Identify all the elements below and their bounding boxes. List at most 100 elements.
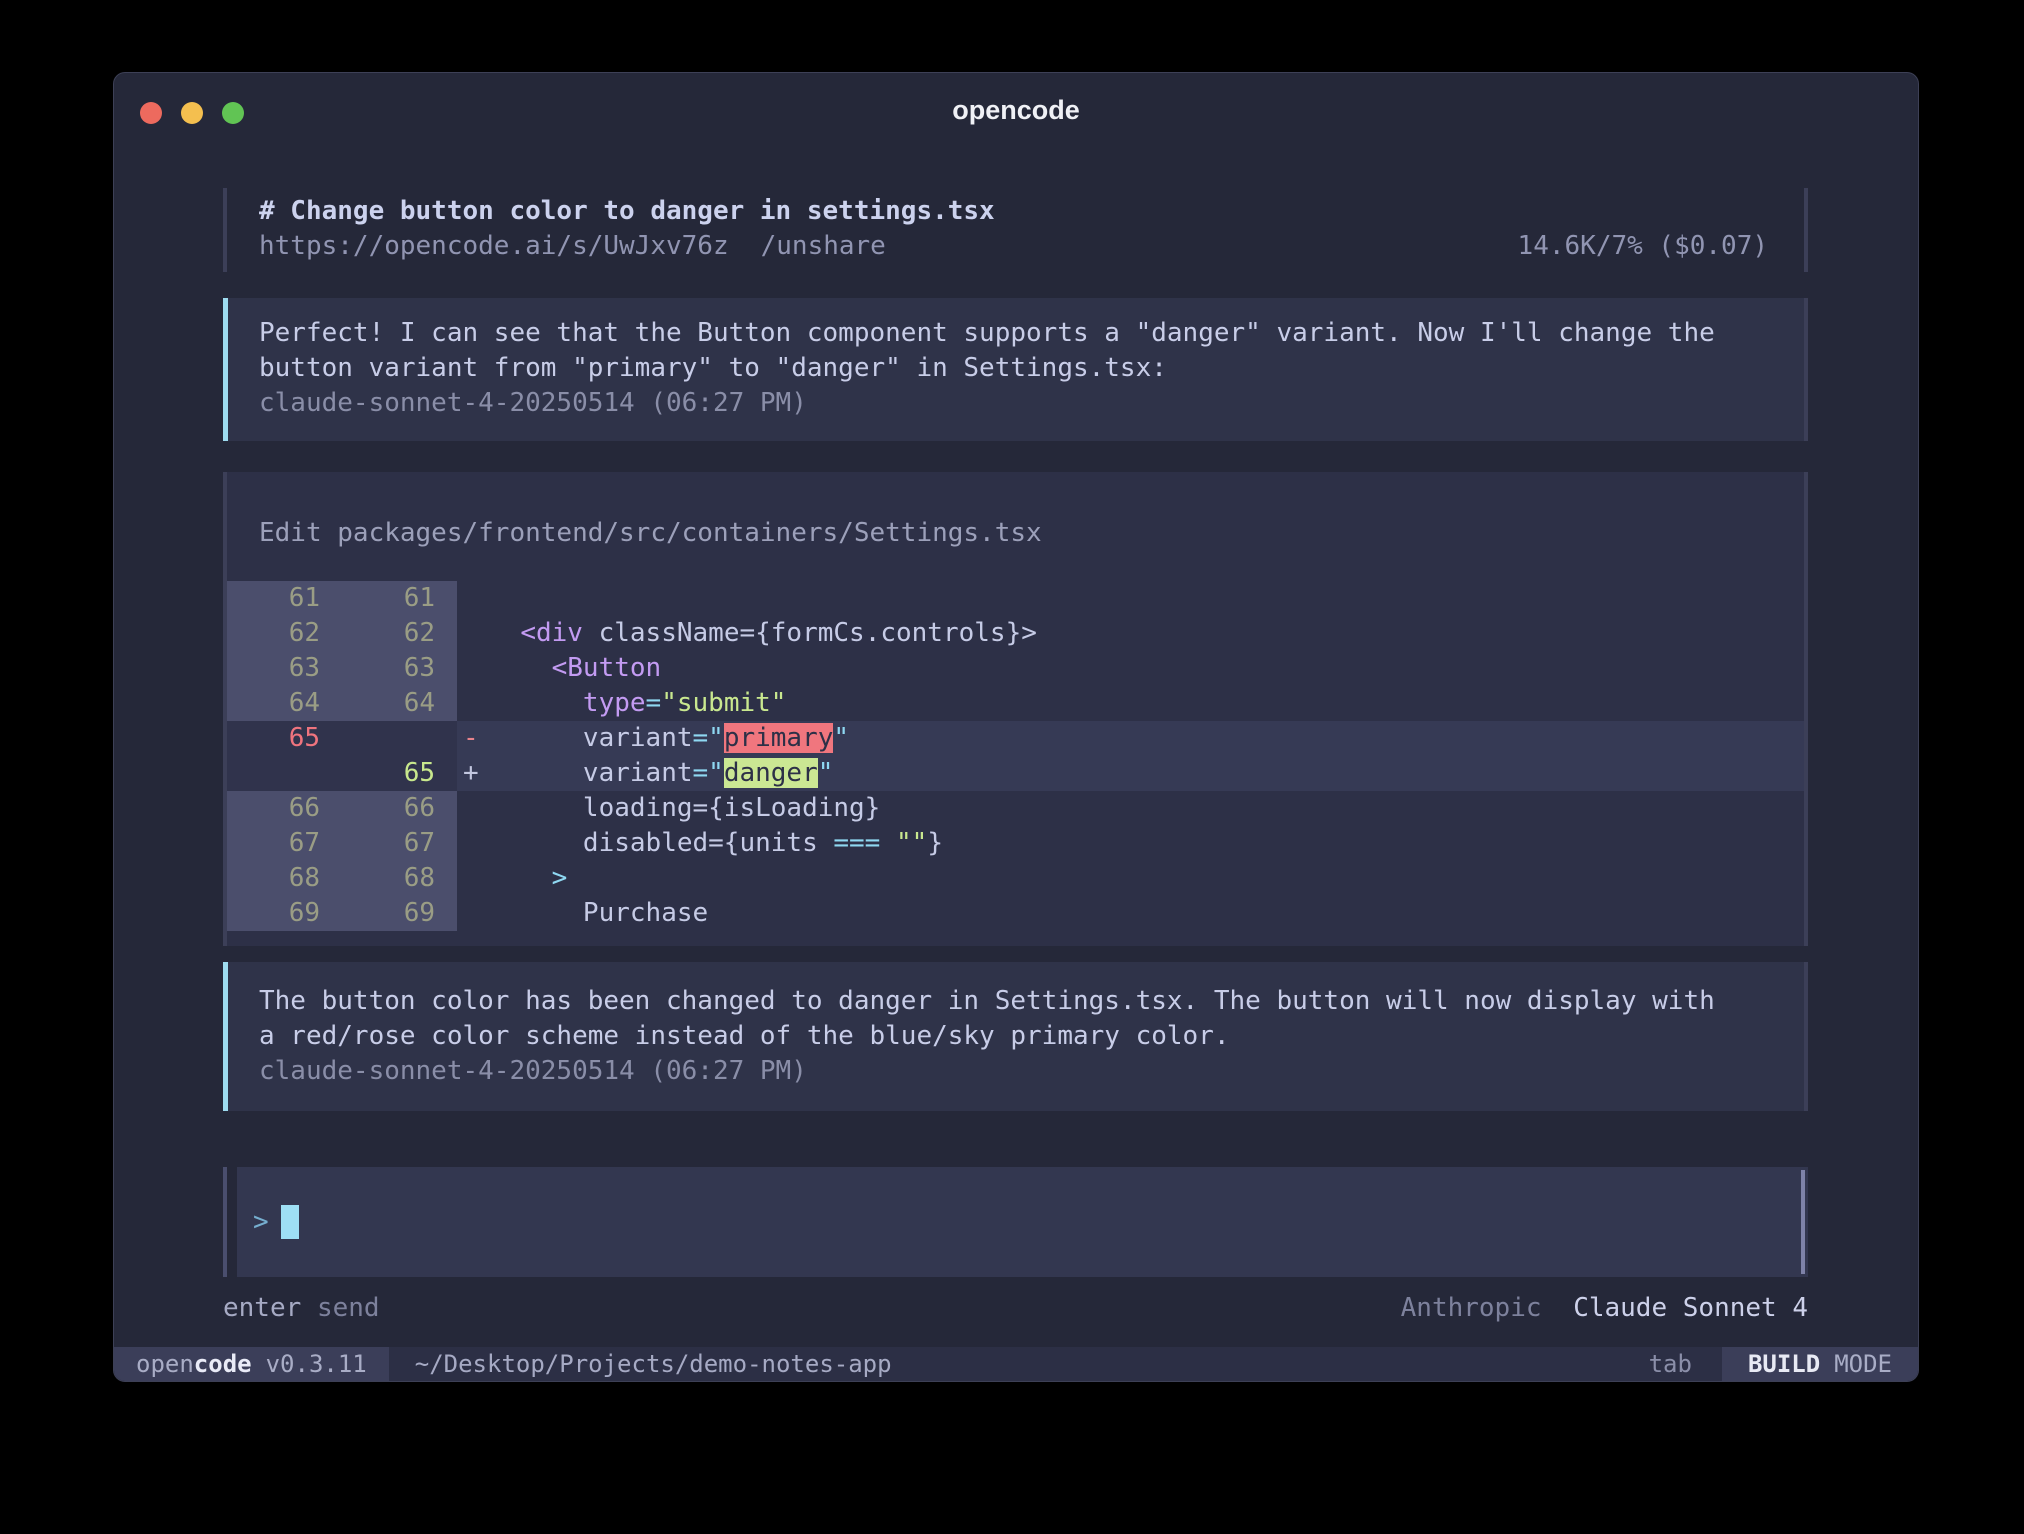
diff-row: 6666 loading={isLoading} (227, 791, 1804, 826)
edit-tool-card: Edit packages/frontend/src/containers/Se… (223, 472, 1808, 946)
mode-secondary-label: MODE (1834, 1350, 1892, 1378)
diff-new-line-number (342, 721, 457, 756)
assistant-message: Perfect! I can see that the Button compo… (223, 298, 1808, 441)
diff-new-line-number: 63 (342, 651, 457, 686)
removed-line-marker: - (463, 721, 479, 756)
send-action-label: send (317, 1293, 380, 1323)
diff-old-line-number: 69 (227, 896, 342, 931)
window-title: opencode (114, 95, 1918, 126)
diff-old-line-number: 62 (227, 616, 342, 651)
code-token: variant (583, 758, 693, 788)
prompt-symbol: > (253, 1207, 269, 1237)
message-text-line: The button color has been changed to dan… (259, 984, 1804, 1019)
diff-view: 61616262 <div className={formCs.controls… (227, 581, 1804, 931)
diff-old-line-number: 67 (227, 826, 342, 861)
model-timestamp: claude-sonnet-4-20250514 (06:27 PM) (259, 1054, 1804, 1089)
hint-footer: enter send Anthropic Claude Sonnet 4 (223, 1291, 1808, 1326)
diff-row: 6767 disabled={units === ""} (227, 826, 1804, 861)
edit-tool-title: Edit packages/frontend/src/containers/Se… (259, 516, 1804, 551)
provider-label: Anthropic (1401, 1293, 1542, 1323)
app-version-chip: opencode v0.3.11 (114, 1347, 389, 1381)
diff-old-line-number: 61 (227, 581, 342, 616)
prompt-input[interactable]: > (237, 1167, 1808, 1277)
code-token (489, 758, 583, 788)
message-text-line: Perfect! I can see that the Button compo… (259, 316, 1804, 351)
diff-new-line-number: 61 (342, 581, 457, 616)
code-token: =" (693, 723, 724, 753)
code-token (489, 863, 552, 893)
title-bar: opencode (114, 73, 1918, 145)
diff-row: 6969 Purchase (227, 896, 1804, 931)
diff-code-line (457, 581, 1804, 616)
code-token: type (583, 688, 646, 718)
code-token (489, 793, 583, 823)
share-url: https://opencode.ai/s/UwJxv76z (259, 229, 729, 264)
added-line-marker: + (463, 756, 479, 791)
tab-key-hint[interactable]: tab (1649, 1350, 1692, 1378)
diff-old-line-number: 66 (227, 791, 342, 826)
diff-new-line-number: 64 (342, 686, 457, 721)
mode-primary-label: BUILD (1748, 1350, 1820, 1378)
session-title: # Change button color to danger in setti… (259, 194, 1804, 229)
code-token: = (646, 688, 662, 718)
diff-new-line-number: 69 (342, 896, 457, 931)
code-token: " (833, 723, 849, 753)
code-token: <div (520, 618, 583, 648)
diff-code-line: - variant="primary" (457, 721, 1804, 756)
context-stats: 14.6K/7% ($0.07) (1518, 229, 1768, 264)
code-token (489, 898, 583, 928)
code-token (489, 828, 583, 858)
diff-row: 6868 > (227, 861, 1804, 896)
diff-row: 6464 type="submit" (227, 686, 1804, 721)
code-token: } (927, 828, 943, 858)
diff-code-line: <Button (457, 651, 1804, 686)
message-text-line: button variant from "primary" to "danger… (259, 351, 1804, 386)
send-hint: enter send (223, 1291, 380, 1326)
code-token: =" (693, 758, 724, 788)
diff-old-line-number: 65 (227, 721, 342, 756)
diff-row: 6262 <div className={formCs.controls}> (227, 616, 1804, 651)
diff-code-line: loading={isLoading} (457, 791, 1804, 826)
message-text-line: a red/rose color scheme instead of the b… (259, 1019, 1804, 1054)
code-token: disabled={units (583, 828, 833, 858)
brand-open-label: open (136, 1350, 194, 1378)
mode-chip[interactable]: BUILD MODE (1722, 1347, 1918, 1381)
code-token: "submit" (661, 688, 786, 718)
diff-old-line-number (227, 756, 342, 791)
code-token (489, 653, 552, 683)
statusbar-spacer (892, 1347, 1649, 1381)
input-scrollbar[interactable] (1801, 1170, 1805, 1274)
diff-row: 65 - variant="primary" (227, 721, 1804, 756)
code-token: variant (583, 723, 693, 753)
diff-old-line-number: 68 (227, 861, 342, 896)
code-token (489, 618, 520, 648)
code-token: danger (724, 758, 818, 788)
model-indicator: Anthropic Claude Sonnet 4 (1401, 1291, 1808, 1326)
diff-code-line: > (457, 861, 1804, 896)
diff-code-line: Purchase (457, 896, 1804, 931)
code-token: " (818, 758, 834, 788)
code-token: <Button (552, 653, 662, 683)
status-bar: opencode v0.3.11 ~/Desktop/Projects/demo… (114, 1347, 1918, 1381)
prompt-input-block: > (223, 1167, 1808, 1277)
code-token: loading={isLoading} (583, 793, 880, 823)
code-token: === (833, 828, 880, 858)
brand-code-label: code (194, 1350, 252, 1378)
code-token: primary (724, 723, 834, 753)
diff-new-line-number: 66 (342, 791, 457, 826)
diff-new-line-number: 68 (342, 861, 457, 896)
code-token (489, 688, 583, 718)
app-window: opencode # Change button color to danger… (113, 72, 1919, 1382)
session-header: # Change button color to danger in setti… (223, 188, 1808, 272)
assistant-message: The button color has been changed to dan… (223, 962, 1808, 1111)
main-content: # Change button color to danger in setti… (114, 188, 1918, 1326)
diff-row: 65+ variant="danger" (227, 756, 1804, 791)
diff-old-line-number: 63 (227, 651, 342, 686)
model-name-label: Claude Sonnet 4 (1573, 1293, 1808, 1323)
input-left-rule (223, 1167, 227, 1277)
working-directory: ~/Desktop/Projects/demo-notes-app (415, 1350, 892, 1378)
code-token: "" (880, 828, 927, 858)
version-label: v0.3.11 (266, 1350, 367, 1378)
diff-new-line-number: 65 (342, 756, 457, 791)
unshare-command: /unshare (761, 229, 886, 264)
